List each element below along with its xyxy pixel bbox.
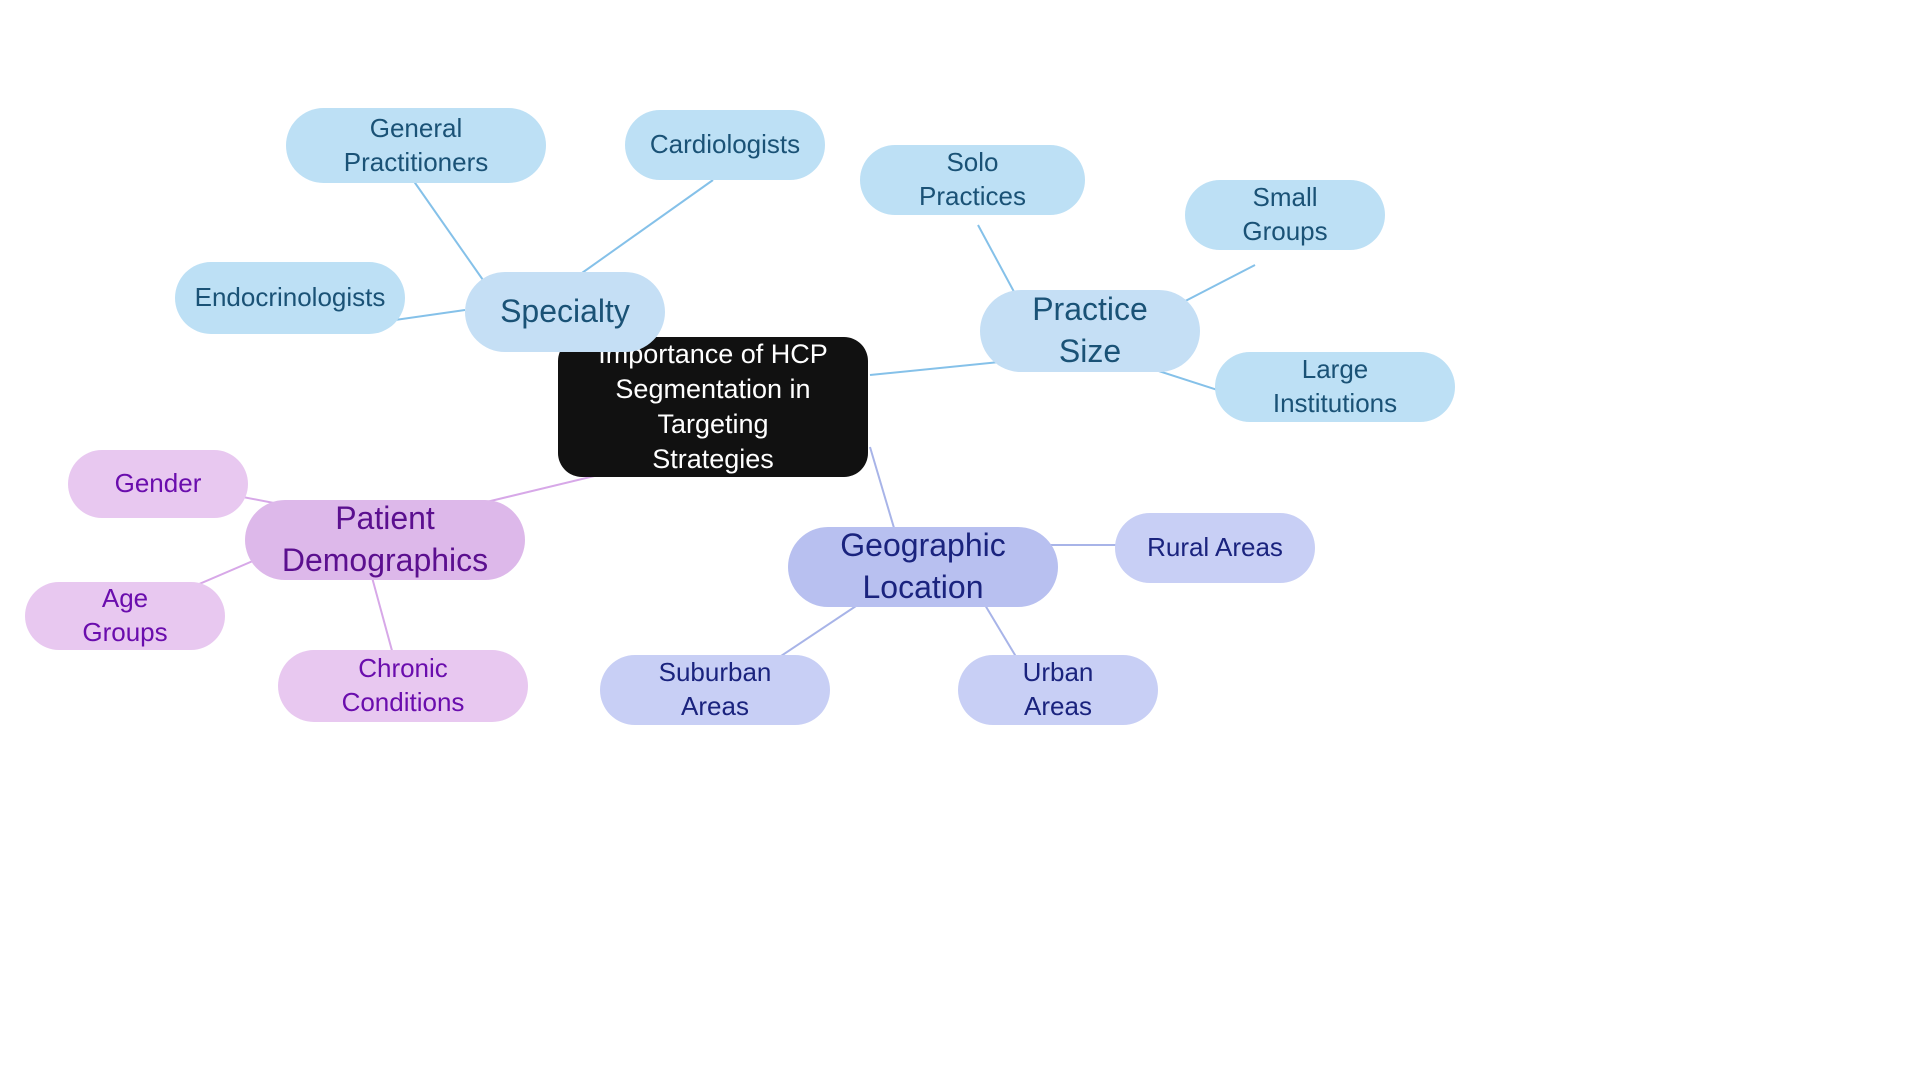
general-practitioners-label: General Practitioners bbox=[318, 112, 514, 180]
general-practitioners-node: General Practitioners bbox=[286, 108, 546, 183]
rural-areas-node: Rural Areas bbox=[1115, 513, 1315, 583]
endocrinologists-label: Endocrinologists bbox=[195, 281, 386, 315]
urban-areas-label: Urban Areas bbox=[990, 656, 1126, 724]
gender-label: Gender bbox=[115, 467, 202, 501]
patient-demographics-label: Patient Demographics bbox=[277, 498, 493, 581]
specialty-node: Specialty bbox=[465, 272, 665, 352]
large-institutions-label: Large Institutions bbox=[1247, 353, 1423, 421]
cardiologists-label: Cardiologists bbox=[650, 128, 800, 162]
geographic-location-node: Geographic Location bbox=[788, 527, 1058, 607]
patient-demographics-node: Patient Demographics bbox=[245, 500, 525, 580]
large-institutions-node: Large Institutions bbox=[1215, 352, 1455, 422]
rural-areas-label: Rural Areas bbox=[1147, 531, 1283, 565]
chronic-conditions-node: Chronic Conditions bbox=[278, 650, 528, 722]
chronic-conditions-label: Chronic Conditions bbox=[310, 652, 496, 720]
solo-practices-label: Solo Practices bbox=[892, 146, 1053, 214]
cardiologists-node: Cardiologists bbox=[625, 110, 825, 180]
endocrinologists-node: Endocrinologists bbox=[175, 262, 405, 334]
gender-node: Gender bbox=[68, 450, 248, 518]
geographic-location-label: Geographic Location bbox=[820, 525, 1026, 608]
small-groups-label: Small Groups bbox=[1217, 181, 1353, 249]
specialty-label: Specialty bbox=[500, 291, 630, 333]
solo-practices-node: Solo Practices bbox=[860, 145, 1085, 215]
age-groups-node: Age Groups bbox=[25, 582, 225, 650]
practice-size-label: Practice Size bbox=[1012, 289, 1168, 372]
suburban-areas-label: Suburban Areas bbox=[632, 656, 798, 724]
center-label: Importance of HCP Segmentation in Target… bbox=[588, 337, 838, 477]
center-node: Importance of HCP Segmentation in Target… bbox=[558, 337, 868, 477]
small-groups-node: Small Groups bbox=[1185, 180, 1385, 250]
urban-areas-node: Urban Areas bbox=[958, 655, 1158, 725]
age-groups-label: Age Groups bbox=[57, 582, 193, 650]
practice-size-node: Practice Size bbox=[980, 290, 1200, 372]
suburban-areas-node: Suburban Areas bbox=[600, 655, 830, 725]
